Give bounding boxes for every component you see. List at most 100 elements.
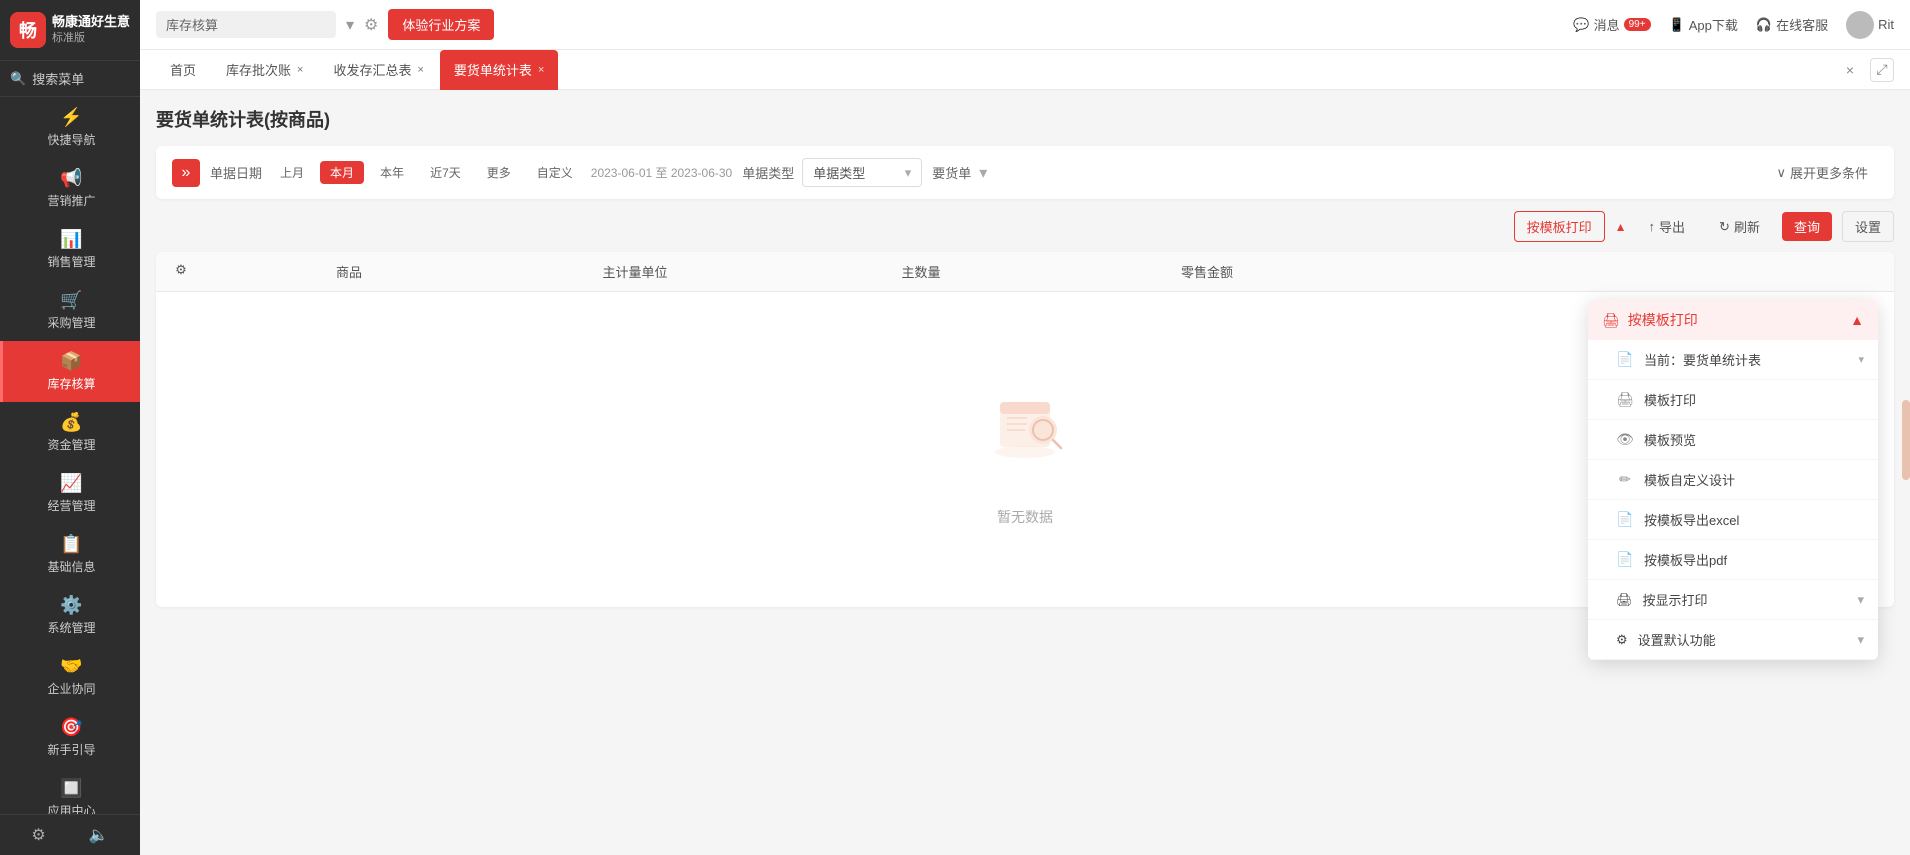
empty-text: 暂无数据 [997,507,1053,527]
template-preview-icon: 👁 [1616,431,1634,448]
sidebar: 畅 畅康通好生意 标准版 🔍 搜索菜单 ⚡ 快捷导航 📢 营销推广 📊 销售管理… [0,0,140,855]
date-btn-last-month[interactable]: 上月 [270,161,314,184]
app-download-label: App下载 [1689,15,1738,34]
sidebar-item-finance[interactable]: 💰 资金管理 [0,402,140,463]
app-center-icon: 🔲 [60,778,82,799]
date-range: 2023-06-01 至 2023-06-30 [591,164,732,181]
refresh-btn[interactable]: ↻ 刷新 [1707,212,1772,241]
top-bar-left: 库存核算 ▾ ⚙ 体验行业方案 [156,9,494,40]
sidebar-item-app-center[interactable]: 🔲 应用中心 [0,768,140,814]
template-excel-icon: 📄 [1616,511,1634,528]
date-btn-7days[interactable]: 近7天 [420,161,471,184]
dropdown-header-icon: 🖨 [1602,312,1620,329]
username: Rit [1878,17,1894,32]
filter-toggle-btn[interactable]: » [172,159,200,187]
th-quantity: 主数量 [778,252,1064,291]
sidebar-item-purchase[interactable]: 🛒 采购管理 [0,280,140,341]
expand-tabs-btn[interactable]: ⤢ [1870,58,1894,82]
purchase-label: 采购管理 [47,314,95,331]
dropdown-item-template-pdf[interactable]: 📄 按模板导出pdf [1588,540,1878,580]
tab-close-order-stats[interactable]: × [538,64,544,76]
gear-icon[interactable]: ⚙ [364,15,378,35]
marketing-label: 营销推广 [47,192,95,209]
guide-icon: 🎯 [60,717,82,738]
export-label: 导出 [1659,217,1685,236]
app-download-item[interactable]: 📱 App下载 [1669,15,1738,34]
template-print-item-label: 模板打印 [1644,390,1696,409]
date-btn-custom[interactable]: 自定义 [527,161,583,184]
display-print-label: 按显示打印 [1643,590,1708,609]
tab-close-batch-accounts[interactable]: × [297,64,303,76]
expand-more-btn[interactable]: ∨ 展开更多条件 [1766,159,1878,186]
template-print-item-icon: 🖨 [1616,391,1634,408]
dropdown-title: 按模板打印 [1628,310,1698,330]
dropdown-section-display-print[interactable]: 🖨 按显示打印 ▾ [1588,580,1878,620]
date-filter-group: 单据日期 上月 本月 本年 近7天 更多 自定义 2023-06-01 至 20… [210,161,732,184]
avatar [1846,11,1874,39]
app-download-icon: 📱 [1669,17,1685,33]
tab-order-stats[interactable]: 要货单统计表 × [440,50,558,90]
sidebar-search[interactable]: 🔍 搜索菜单 [0,61,140,97]
dropdown-item-template-preview[interactable]: 👁 模板预览 [1588,420,1878,460]
section-left-default: ⚙ 设置默认功能 [1616,630,1716,649]
message-icon: 💬 [1573,17,1589,33]
date-btn-this-month[interactable]: 本月 [320,161,364,184]
sidebar-item-quick-nav[interactable]: ⚡ 快捷导航 [0,97,140,158]
dropdown-item-template-print[interactable]: 🖨 模板打印 [1588,380,1878,420]
template-design-icon: ✏ [1616,471,1634,488]
tabs-right: × ⤢ [1838,58,1894,82]
experience-btn[interactable]: 体验行业方案 [388,9,494,40]
date-btn-more[interactable]: 更多 [477,161,521,184]
settings-footer-icon[interactable]: ⚙ [31,825,45,845]
dropdown-item-template-excel[interactable]: 📄 按模板导出excel [1588,500,1878,540]
user-item[interactable]: Rit [1846,11,1894,39]
online-service-label: 在线客服 [1776,15,1828,34]
headset-icon: 🎧 [1756,17,1772,33]
current-label-text: 当前：要货单统计表 [1644,350,1761,369]
sidebar-item-sales[interactable]: 📊 销售管理 [0,219,140,280]
online-service-item[interactable]: 🎧 在线客服 [1756,15,1828,34]
dropdown-header[interactable]: 🖨 按模板打印 ▲ [1588,300,1878,340]
sidebar-item-inventory[interactable]: 📦 库存核算 [0,341,140,402]
sidebar-item-system[interactable]: ⚙️ 系统管理 [0,585,140,646]
speaker-footer-icon[interactable]: 🔈 [89,825,109,845]
sidebar-item-basic-info[interactable]: 📋 基础信息 [0,524,140,585]
sidebar-item-enterprise[interactable]: 🤝 企业协同 [0,646,140,707]
sidebar-item-marketing[interactable]: 📢 营销推广 [0,158,140,219]
messages-item[interactable]: 💬 消息 99+ [1573,15,1650,34]
query-btn[interactable]: 查询 [1782,212,1832,241]
th-goods: 商品 [206,252,492,291]
date-options: 上月 本月 本年 近7天 更多 自定义 [270,161,583,184]
current-arrow-icon: ▾ [1858,353,1864,366]
tab-receipt-summary[interactable]: 收发存汇总表 × [319,50,437,90]
dropdown-current-item[interactable]: 📄 当前：要货单统计表 ▾ [1588,340,1878,380]
order-type-select[interactable]: 单据类型 ▾ [802,158,922,187]
close-all-tabs-btn[interactable]: × [1838,58,1862,82]
default-fn-arrow-icon: ▾ [1857,632,1864,648]
breadcrumb: 库存核算 [156,11,336,38]
quick-nav-icon: ⚡ [60,107,82,128]
tab-close-receipt-summary[interactable]: × [417,64,423,76]
scrollbar-right[interactable] [1902,400,1910,480]
export-icon: ↑ [1649,219,1656,234]
dropdown-section-default-fn[interactable]: ⚙ 设置默认功能 ▾ [1588,620,1878,660]
main-content: 库存核算 ▾ ⚙ 体验行业方案 💬 消息 99+ 📱 App下载 🎧 在线客服 … [140,0,1910,855]
th-settings[interactable]: ⚙ [156,252,206,291]
dropdown-item-template-design[interactable]: ✏ 模板自定义设计 [1588,460,1878,500]
goods-type-filter-group: 要货单 ▾ [932,163,987,183]
template-print-btn[interactable]: 按模板打印 [1514,211,1605,242]
tab-batch-accounts[interactable]: 库存批次账 × [212,50,317,90]
tab-home[interactable]: 首页 [156,50,210,90]
date-btn-this-year[interactable]: 本年 [370,161,414,184]
sidebar-item-operation[interactable]: 📈 经营管理 [0,463,140,524]
order-type-label: 单据类型 [742,163,794,182]
template-print-arrow[interactable]: ▲ [1615,220,1627,234]
settings-btn[interactable]: 设置 [1842,211,1894,242]
app-logo-icon: 畅 [10,12,46,48]
inventory-label: 库存核算 [47,375,95,392]
system-label: 系统管理 [47,619,95,636]
display-print-icon: 🖨 [1616,592,1633,608]
sidebar-item-guide[interactable]: 🎯 新手引导 [0,707,140,768]
sidebar-nav: ⚡ 快捷导航 📢 营销推广 📊 销售管理 🛒 采购管理 📦 库存核算 💰 资金管… [0,97,140,814]
export-btn[interactable]: ↑ 导出 [1637,212,1698,241]
